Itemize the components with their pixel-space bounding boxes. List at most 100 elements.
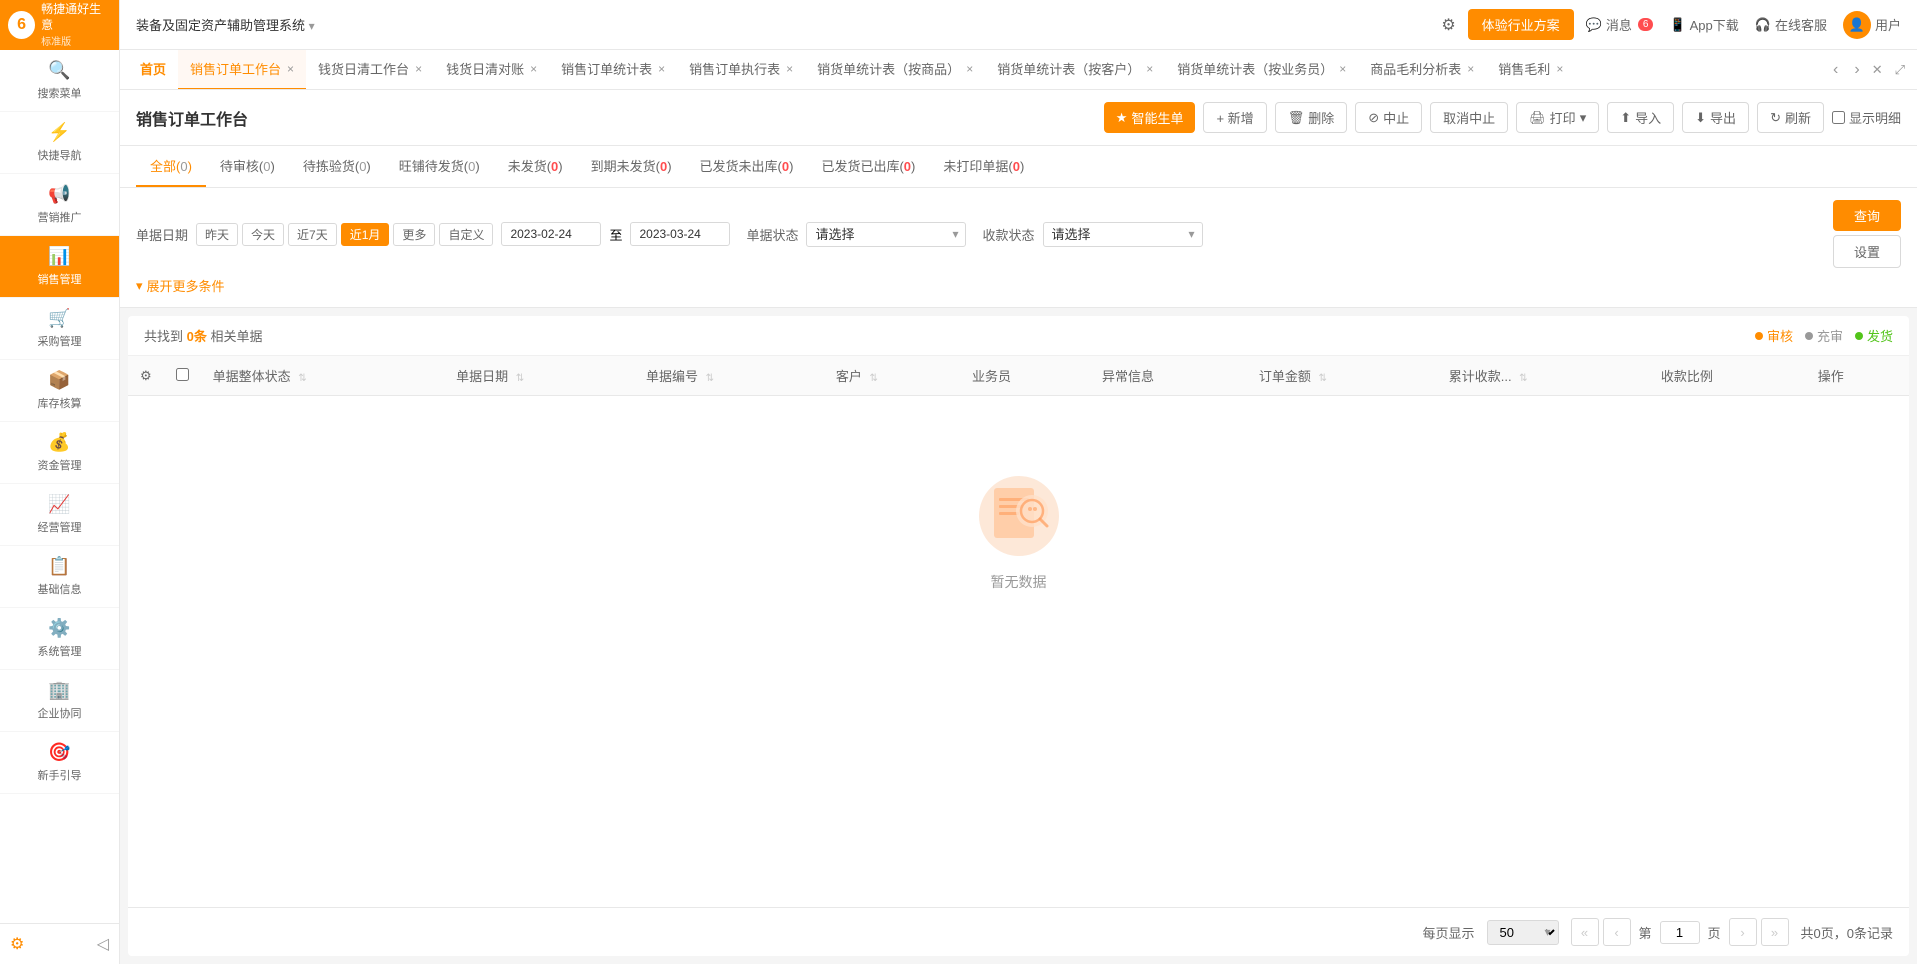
tab-close-sales-by-product[interactable]: × (966, 62, 973, 76)
sidebar-item-operations[interactable]: 📈 经营管理 (0, 484, 119, 546)
system-title: 装备及固定资产辅助管理系统 ▾ (136, 15, 1429, 34)
tab-sales-by-staff[interactable]: 销货单统计表（按业务员）× (1165, 50, 1358, 90)
tab-close-product-margin[interactable]: × (1467, 62, 1474, 76)
query-button[interactable]: 查询 (1833, 200, 1901, 231)
table-settings-icon[interactable]: ⚙ (140, 368, 152, 383)
filter-tab-not-shipped[interactable]: 未发货(0) (494, 146, 577, 187)
col-number: 单据编号 ⇅ (634, 356, 824, 396)
header-actions: ★ 智能生单 + 新增 🗑 删除 ⊘ 中止 取消中止 🖨 打印 ▾ (1104, 102, 1901, 133)
maximize-icon[interactable]: ⤢ (1891, 62, 1909, 78)
tab-sales-stats[interactable]: 销售订单统计表× (549, 50, 677, 90)
tab-close-sales-stats[interactable]: × (658, 62, 665, 76)
tab-close-cash-reconcile[interactable]: × (530, 62, 537, 76)
tab-close-sales-workbench[interactable]: × (287, 62, 294, 76)
status-select[interactable]: 请选择 (806, 222, 966, 247)
logo-sub: 标准版 (41, 33, 111, 48)
filter-tab-pending-review[interactable]: 待审核(0) (206, 146, 289, 187)
expand-more-button[interactable]: ▾ 展开更多条件 (136, 276, 1901, 295)
sidebar-label-operations: 经营管理 (38, 519, 82, 535)
print-dropdown-icon[interactable]: ▾ (1580, 110, 1587, 126)
filter-tab-not-printed[interactable]: 未打印单据(0) (929, 146, 1038, 187)
tabs-prev-icon[interactable]: ‹ (1825, 61, 1846, 79)
page-last-button[interactable]: » (1761, 918, 1789, 946)
topbar: 装备及固定资产辅助管理系统 ▾ ⚙ 体验行业方案 💬 消息 6 📱 App下载 … (120, 0, 1917, 50)
filter-tab-shipped-out[interactable]: 已发货已出库(0) (807, 146, 929, 187)
online-service-button[interactable]: 🎧 在线客服 (1755, 15, 1827, 34)
col-customer: 客户 ⇅ (824, 356, 960, 396)
delete-button[interactable]: 🗑 删除 (1275, 102, 1348, 133)
set-button[interactable]: 设置 (1833, 235, 1901, 268)
tab-sales-profit[interactable]: 销售毛利× (1486, 50, 1575, 90)
date-shortcut-更多[interactable]: 更多 (393, 223, 435, 246)
date-shortcut-今天[interactable]: 今天 (242, 223, 284, 246)
date-shortcut-近7天[interactable]: 近7天 (288, 223, 337, 246)
filter-tab-all[interactable]: 全部(0) (136, 146, 206, 187)
cancel-stop-button[interactable]: 取消中止 (1430, 102, 1508, 133)
col-staff: 业务员 (960, 356, 1090, 396)
sidebar-item-enterprise[interactable]: 🏢 企业协同 (0, 670, 119, 732)
tab-home[interactable]: 首页 (128, 50, 178, 90)
cancel-action[interactable]: 充审 (1805, 326, 1843, 345)
page-input[interactable] (1660, 921, 1700, 944)
dropdown-arrow-icon[interactable]: ▾ (309, 19, 315, 33)
sidebar-item-sales[interactable]: 📊 销售管理 (0, 236, 119, 298)
tab-sales-exec[interactable]: 销售订单执行表× (677, 50, 805, 90)
export-button[interactable]: ⬇ 导出 (1682, 102, 1749, 133)
page-size-select[interactable]: 50 10 20 100 (1487, 920, 1559, 945)
date-to-input[interactable] (630, 222, 730, 246)
tab-close-cash-daily[interactable]: × (415, 62, 422, 76)
filter-tab-pending-inspect[interactable]: 待拣验货(0) (289, 146, 385, 187)
sidebar-item-inventory[interactable]: 📦 库存核算 (0, 360, 119, 422)
date-from-input[interactable] (501, 222, 601, 246)
collapse-icon[interactable]: ◁ (97, 934, 109, 954)
sidebar-item-guide[interactable]: 🎯 新手引导 (0, 732, 119, 794)
date-shortcut-昨天[interactable]: 昨天 (196, 223, 238, 246)
sidebar-icon-operations: 📈 (48, 494, 70, 515)
app-download-button[interactable]: 📱 App下载 (1669, 15, 1738, 34)
tab-sales-by-product[interactable]: 销货单统计表（按商品） × (805, 50, 985, 90)
messages-button[interactable]: 💬 消息 6 (1586, 15, 1654, 34)
ship-action[interactable]: 发货 (1855, 326, 1893, 345)
tab-sales-by-customer[interactable]: 销货单统计表（按客户）× (985, 50, 1165, 90)
payment-select[interactable]: 请选择 (1043, 222, 1203, 247)
tab-label-sales-by-product: 销货单统计表（按商品） (817, 59, 960, 78)
tab-sales-workbench[interactable]: 销售订单工作台× (178, 50, 306, 90)
tabs-next-icon[interactable]: › (1846, 61, 1867, 79)
tab-close-sales-profit[interactable]: × (1556, 62, 1563, 76)
sidebar-item-basic-info[interactable]: 📋 基础信息 (0, 546, 119, 608)
topbar-settings-icon[interactable]: ⚙ (1441, 15, 1455, 35)
select-all-checkbox[interactable] (176, 368, 189, 381)
experience-button[interactable]: 体验行业方案 (1468, 9, 1574, 40)
show-detail-checkbox[interactable]: 显示明细 (1832, 108, 1901, 127)
date-shortcut-自定义[interactable]: 自定义 (439, 223, 493, 246)
add-button[interactable]: + 新增 (1203, 102, 1266, 133)
page-first-button[interactable]: « (1571, 918, 1599, 946)
filter-tab-shipped-not-out[interactable]: 已发货未出库(0) (686, 146, 808, 187)
page-prev-button[interactable]: ‹ (1603, 918, 1631, 946)
sidebar-item-purchase[interactable]: 🛒 采购管理 (0, 298, 119, 360)
date-shortcut-近1月[interactable]: 近1月 (341, 223, 390, 246)
tab-cash-daily[interactable]: 钱货日清工作台× (306, 50, 434, 90)
tab-close-sales-by-customer[interactable]: × (1146, 62, 1153, 76)
filter-tab-overdue-not-shipped[interactable]: 到期未发货(0) (577, 146, 686, 187)
import-button[interactable]: ⬆ 导入 (1607, 102, 1674, 133)
print-button[interactable]: 🖨 打印 ▾ (1516, 102, 1599, 133)
refresh-button[interactable]: ↻ 刷新 (1757, 102, 1824, 133)
stop-button[interactable]: ⊘ 中止 (1355, 102, 1422, 133)
sidebar-item-finance[interactable]: 💰 资金管理 (0, 422, 119, 484)
filter-tab-wangpu-pending[interactable]: 旺铺待发货(0) (385, 146, 494, 187)
page-next-button[interactable]: › (1729, 918, 1757, 946)
sidebar-item-quick-nav[interactable]: ⚡ 快捷导航 (0, 112, 119, 174)
settings-icon[interactable]: ⚙ (10, 934, 24, 954)
tab-close-sales-exec[interactable]: × (786, 62, 793, 76)
tab-close-sales-by-staff[interactable]: × (1339, 62, 1346, 76)
tab-product-margin[interactable]: 商品毛利分析表× (1358, 50, 1486, 90)
sidebar-item-search[interactable]: 🔍 搜索菜单 (0, 50, 119, 112)
sidebar-item-marketing[interactable]: 📢 营销推广 (0, 174, 119, 236)
user-button[interactable]: 👤 用户 (1843, 11, 1901, 39)
review-action[interactable]: 审核 (1755, 326, 1793, 345)
smart-create-button[interactable]: ★ 智能生单 (1104, 102, 1196, 133)
sidebar-item-system[interactable]: ⚙️ 系统管理 (0, 608, 119, 670)
tab-cash-reconcile[interactable]: 钱货日清对账× (434, 50, 549, 90)
close-all-tabs-icon[interactable]: ✕ (1868, 62, 1887, 78)
